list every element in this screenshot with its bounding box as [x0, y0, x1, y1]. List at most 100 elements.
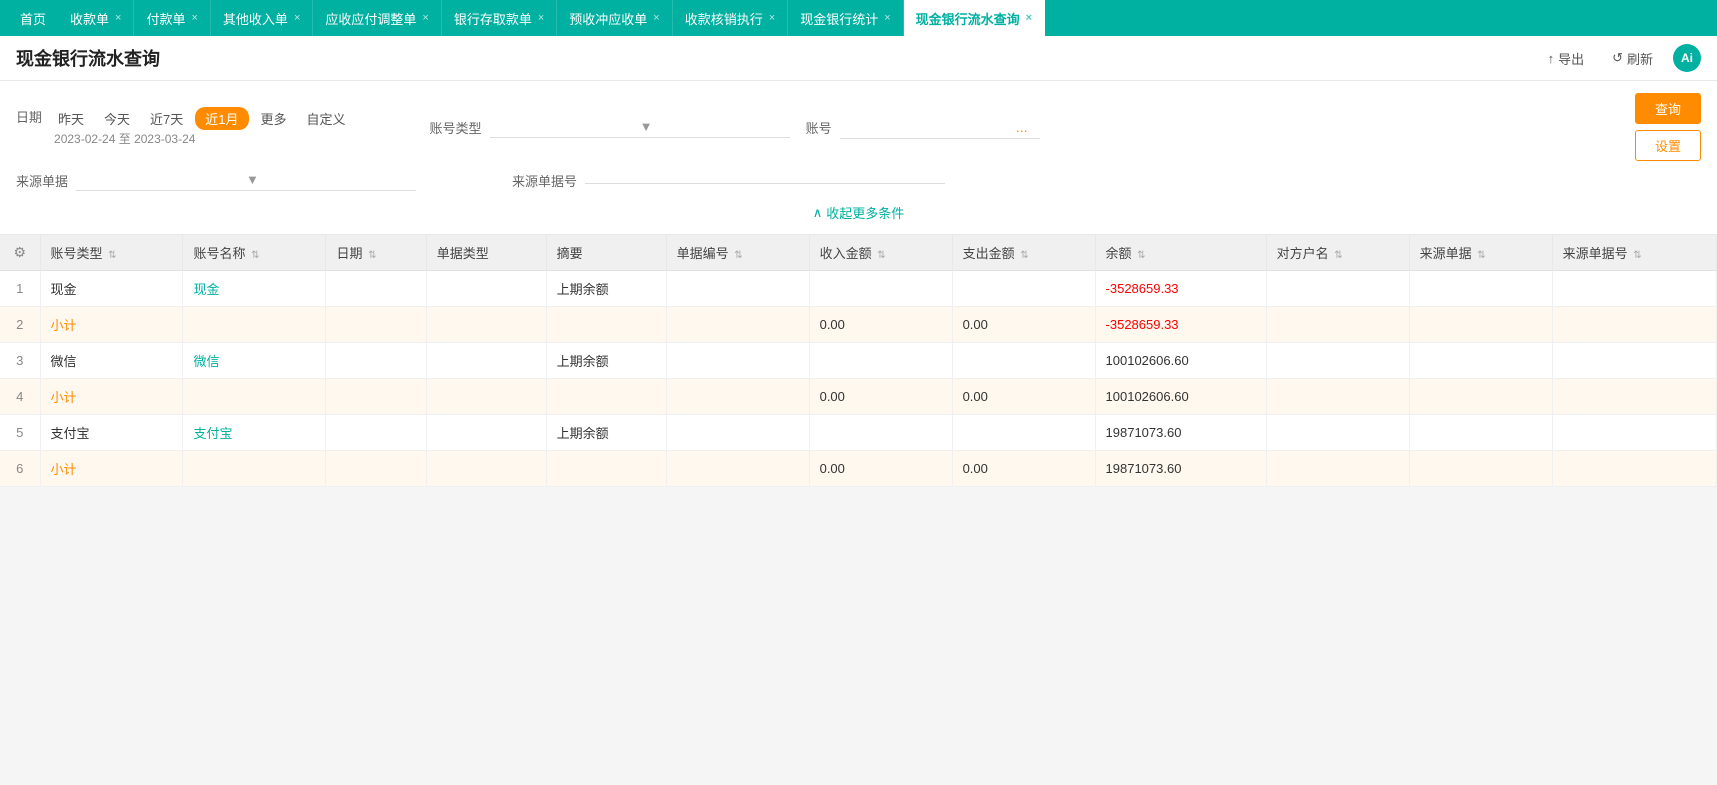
tab-label: 银行存取款单	[454, 9, 532, 28]
account-input-wrap[interactable]: ...	[840, 116, 1040, 139]
income-cell: 0.00	[809, 307, 952, 343]
col-doc-no[interactable]: 单据编号 ⇅	[666, 235, 809, 271]
summary-cell: 上期余额	[546, 343, 666, 379]
counterpart-cell	[1266, 343, 1409, 379]
acct-type-cell: 支付宝	[40, 415, 183, 451]
nav-tab-other-income[interactable]: 其他收入单 ×	[211, 0, 313, 36]
col-expense[interactable]: 支出金额 ⇅	[952, 235, 1095, 271]
sort-icon: ⇅	[251, 250, 259, 261]
sort-icon: ⇅	[877, 250, 885, 261]
acct-name-cell[interactable]: 支付宝	[183, 415, 326, 451]
nav-tab-bank[interactable]: 银行存取款单 ×	[442, 0, 557, 36]
source-doc-cell	[1409, 271, 1552, 307]
row-number: 4	[0, 379, 40, 415]
date-opt-7days[interactable]: 近7天	[142, 107, 191, 130]
source-doc-cell	[1409, 307, 1552, 343]
income-cell	[809, 271, 952, 307]
filter-row-1: 日期 昨天 今天 近7天 近1月 更多 自定义 2023-02-24 至 202…	[16, 93, 1701, 161]
close-icon[interactable]: ×	[294, 12, 300, 24]
col-date[interactable]: 日期 ⇅	[326, 235, 426, 271]
expense-cell: 0.00	[952, 379, 1095, 415]
acct-name-cell[interactable]: 微信	[183, 343, 326, 379]
account-type-select[interactable]: ▼	[490, 116, 790, 138]
acct-name-cell	[183, 307, 326, 343]
nav-tab-cashflow[interactable]: 现金银行流水查询 ×	[904, 0, 1045, 36]
close-icon[interactable]: ×	[653, 12, 659, 24]
acct-name-cell[interactable]: 现金	[183, 271, 326, 307]
ai-button[interactable]: Ai	[1673, 44, 1701, 72]
balance-cell: 100102606.60	[1095, 379, 1266, 415]
source-doc-select[interactable]: ▼	[76, 169, 416, 191]
gear-icon[interactable]: ⚙	[13, 244, 26, 260]
close-icon[interactable]: ×	[884, 12, 890, 24]
table-header-row: ⚙ 账号类型 ⇅ 账号名称 ⇅ 日期 ⇅ 单据类型 摘要 单据编号 ⇅ 收入金额…	[0, 235, 1717, 271]
date-options: 昨天 今天 近7天 近1月 更多 自定义	[50, 107, 354, 130]
balance-cell: -3528659.33	[1095, 271, 1266, 307]
data-table-wrap: ⚙ 账号类型 ⇅ 账号名称 ⇅ 日期 ⇅ 单据类型 摘要 单据编号 ⇅ 收入金额…	[0, 235, 1717, 487]
expense-cell	[952, 415, 1095, 451]
source-doc-filter: 来源单据 ▼	[16, 169, 416, 191]
date-filter-group: 日期 昨天 今天 近7天 近1月 更多 自定义 2023-02-24 至 202…	[16, 107, 354, 147]
nav-tab-verify[interactable]: 收款核销执行 ×	[673, 0, 788, 36]
close-icon[interactable]: ×	[538, 12, 544, 24]
acct-type-cell: 小计	[40, 451, 183, 487]
doc-no-cell	[666, 343, 809, 379]
col-gear[interactable]: ⚙	[0, 235, 40, 271]
doc-type-cell	[426, 415, 546, 451]
col-doc-type: 单据类型	[426, 235, 546, 271]
date-cell	[326, 307, 426, 343]
expense-cell	[952, 271, 1095, 307]
tab-label: 预收冲应收单	[569, 9, 647, 28]
col-acct-type[interactable]: 账号类型 ⇅	[40, 235, 183, 271]
source-doc-no-cell	[1552, 343, 1716, 379]
close-icon[interactable]: ×	[422, 12, 428, 24]
date-opt-yesterday[interactable]: 昨天	[50, 107, 92, 130]
close-icon[interactable]: ×	[769, 12, 775, 24]
tab-label: 现金银行统计	[800, 9, 878, 28]
collapse-label: 收起更多条件	[826, 203, 904, 222]
nav-tab-shoukuan[interactable]: 收款单 ×	[58, 0, 134, 36]
col-balance[interactable]: 余额 ⇅	[1095, 235, 1266, 271]
col-source-doc-no[interactable]: 来源单据号 ⇅	[1552, 235, 1716, 271]
settings-button[interactable]: 设置	[1635, 130, 1701, 161]
balance-cell: 100102606.60	[1095, 343, 1266, 379]
query-button[interactable]: 查询	[1635, 93, 1701, 124]
source-doc-cell	[1409, 451, 1552, 487]
header-actions: ↑ 导出 ↺ 刷新 Ai	[1540, 44, 1701, 72]
source-doc-no-input[interactable]	[585, 177, 945, 184]
ellipsis-icon[interactable]: ...	[1012, 119, 1032, 135]
close-icon[interactable]: ×	[191, 12, 197, 24]
counterpart-cell	[1266, 307, 1409, 343]
col-counterpart[interactable]: 对方户名 ⇅	[1266, 235, 1409, 271]
nav-tab-stats[interactable]: 现金银行统计 ×	[788, 0, 903, 36]
counterpart-cell	[1266, 271, 1409, 307]
expense-cell: 0.00	[952, 307, 1095, 343]
nav-tab-prepay[interactable]: 预收冲应收单 ×	[557, 0, 672, 36]
nav-tab-fukuan[interactable]: 付款单 ×	[134, 0, 210, 36]
sort-icon: ⇅	[1633, 250, 1641, 261]
date-opt-more[interactable]: 更多	[253, 107, 295, 130]
data-table: ⚙ 账号类型 ⇅ 账号名称 ⇅ 日期 ⇅ 单据类型 摘要 单据编号 ⇅ 收入金额…	[0, 235, 1717, 487]
col-acct-name[interactable]: 账号名称 ⇅	[183, 235, 326, 271]
nav-tab-adjust[interactable]: 应收应付调整单 ×	[313, 0, 441, 36]
table-row: 1现金现金上期余额-3528659.33	[0, 271, 1717, 307]
col-source-doc[interactable]: 来源单据 ⇅	[1409, 235, 1552, 271]
source-doc-no-filter: 来源单据号	[512, 171, 945, 190]
date-opt-custom[interactable]: 自定义	[299, 107, 354, 130]
close-icon[interactable]: ×	[115, 12, 121, 24]
close-icon[interactable]: ×	[1026, 12, 1032, 24]
expense-cell: 0.00	[952, 451, 1095, 487]
nav-home[interactable]: 首页	[8, 0, 58, 36]
summary-cell: 上期余额	[546, 271, 666, 307]
export-button[interactable]: ↑ 导出	[1540, 45, 1593, 72]
col-income[interactable]: 收入金额 ⇅	[809, 235, 952, 271]
source-doc-cell	[1409, 415, 1552, 451]
date-opt-1month[interactable]: 近1月	[195, 107, 248, 130]
refresh-button[interactable]: ↺ 刷新	[1604, 45, 1661, 72]
acct-type-cell: 微信	[40, 343, 183, 379]
doc-type-cell	[426, 451, 546, 487]
date-cell	[326, 271, 426, 307]
collapse-button[interactable]: ∧ 收起更多条件	[16, 199, 1701, 222]
date-opt-today[interactable]: 今天	[96, 107, 138, 130]
source-doc-no-cell	[1552, 415, 1716, 451]
